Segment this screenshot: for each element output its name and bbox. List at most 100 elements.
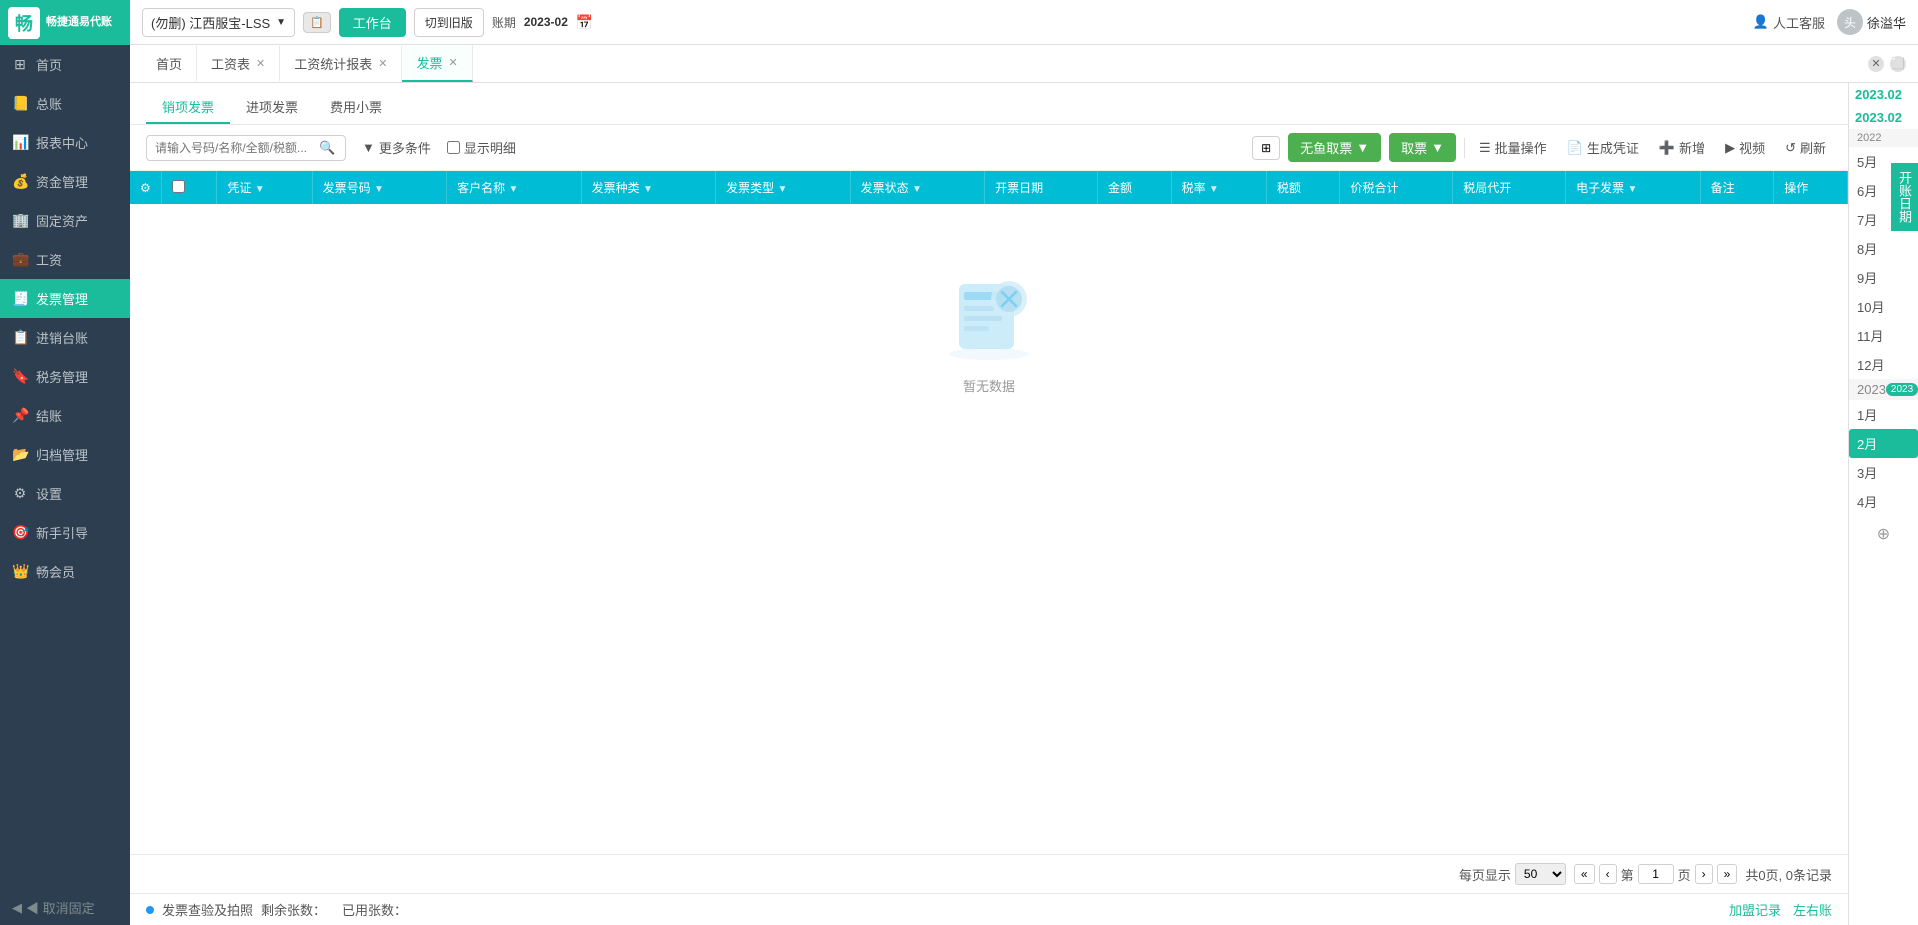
- col-invoice-type[interactable]: 发票种类 ▼: [581, 171, 716, 204]
- month-2023-3[interactable]: 3月: [1849, 458, 1918, 487]
- e-invoice-filter-icon[interactable]: ▼: [1628, 184, 1638, 195]
- col-voucher[interactable]: 凭证 ▼: [217, 171, 312, 204]
- col-action[interactable]: 操作: [1774, 171, 1848, 204]
- tab-salary[interactable]: 工资表 ✕: [197, 46, 280, 81]
- month-2023-1[interactable]: 1月: [1849, 400, 1918, 429]
- sidebar-collapse-btn[interactable]: ◀ ◀ 取消固定: [0, 890, 130, 925]
- invoice-category-filter-icon[interactable]: ▼: [777, 184, 787, 195]
- tab-salary-stats[interactable]: 工资统计报表 ✕: [280, 46, 402, 81]
- sidebar-item-archive[interactable]: 📂 归档管理: [0, 435, 130, 474]
- customer-filter-icon[interactable]: ▼: [508, 184, 518, 195]
- open-period-side-btn[interactable]: 开账日期: [1891, 163, 1918, 231]
- col-invoice-no[interactable]: 发票号码 ▼: [312, 171, 447, 204]
- month-2023-2[interactable]: 2月: [1849, 429, 1918, 458]
- reports-icon: 📊: [12, 134, 28, 151]
- page-size-select[interactable]: 50 10 20 100: [1515, 863, 1566, 885]
- refresh-btn[interactable]: ↺ 刷新: [1779, 134, 1832, 161]
- sidebar-item-ledger[interactable]: 📒 总账: [0, 84, 130, 123]
- date-panel-header-1[interactable]: 2023.02: [1849, 83, 1918, 106]
- invoice-type-filter-icon[interactable]: ▼: [643, 184, 653, 195]
- month-2023-4[interactable]: 4月: [1849, 487, 1918, 516]
- sidebar-item-salary[interactable]: 💼 工资: [0, 240, 130, 279]
- tab-invoice-close[interactable]: ✕: [449, 56, 458, 69]
- tax-rate-filter-icon[interactable]: ▼: [1209, 184, 1219, 195]
- ai-service-btn[interactable]: 👤 人工客服: [1753, 13, 1825, 32]
- sidebar-item-assets[interactable]: 🏢 固定资产: [0, 201, 130, 240]
- last-page-btn[interactable]: »: [1717, 864, 1738, 884]
- sidebar-item-member[interactable]: 👑 畅会员: [0, 552, 130, 591]
- invoice-status-filter-icon[interactable]: ▼: [912, 184, 922, 195]
- month-2022-12[interactable]: 12月: [1849, 350, 1918, 379]
- gen-voucher-btn[interactable]: 📄 生成凭证: [1561, 134, 1645, 161]
- search-icon[interactable]: 🔍: [319, 140, 335, 156]
- col-tax-rate[interactable]: 税率 ▼: [1171, 171, 1266, 204]
- col-invoice-category[interactable]: 发票类型 ▼: [716, 171, 851, 204]
- col-amount[interactable]: 金额: [1097, 171, 1171, 204]
- switch-old-button[interactable]: 切到旧版: [414, 8, 484, 37]
- workbench-button[interactable]: 工作台: [339, 8, 406, 37]
- video-btn[interactable]: ▶ 视频: [1719, 134, 1771, 161]
- sub-tab-sales[interactable]: 销项发票: [146, 91, 230, 124]
- copy-button[interactable]: 📋: [303, 12, 331, 33]
- grid-view-btn[interactable]: ⊞: [1252, 136, 1280, 160]
- search-input[interactable]: [155, 141, 315, 155]
- sidebar-label-member: 畅会员: [36, 562, 75, 581]
- tab-invoice[interactable]: 发票 ✕: [402, 45, 472, 82]
- no-tax-btn[interactable]: 无鱼取票 ▼: [1288, 133, 1381, 162]
- month-2022-11[interactable]: 11月: [1849, 321, 1918, 350]
- select-all-checkbox[interactable]: [172, 180, 185, 193]
- close-window-btn[interactable]: ✕: [1868, 56, 1884, 72]
- sidebar-item-invoice[interactable]: 🧾 发票管理: [0, 279, 130, 318]
- col-setting[interactable]: ⚙: [130, 171, 161, 204]
- main-area: (勿删) 江西服宝-LSS ▼ 📋 工作台 切到旧版 账期 2023-02 📅 …: [130, 0, 1918, 925]
- invoice-no-filter-icon[interactable]: ▼: [374, 184, 384, 195]
- col-tax-amount[interactable]: 税额: [1266, 171, 1340, 204]
- month-2022-8[interactable]: 8月: [1849, 234, 1918, 263]
- calendar-icon[interactable]: 📅: [576, 14, 593, 31]
- batch-op-btn[interactable]: ☰ 批量操作: [1473, 134, 1553, 161]
- join-record-link[interactable]: 加盟记录: [1729, 900, 1781, 919]
- sidebar-item-close[interactable]: 📌 结账: [0, 396, 130, 435]
- sub-tab-expense[interactable]: 费用小票: [314, 91, 398, 124]
- user-info[interactable]: 头 徐溢华: [1837, 9, 1906, 35]
- col-tax-total[interactable]: 价税合计: [1340, 171, 1453, 204]
- left-right-link[interactable]: 左右账: [1793, 900, 1832, 919]
- col-open-date[interactable]: 开票日期: [985, 171, 1098, 204]
- tab-salary-stats-close[interactable]: ✕: [378, 57, 387, 70]
- show-detail-input[interactable]: [447, 141, 460, 154]
- col-checkbox[interactable]: [161, 171, 217, 204]
- col-e-invoice[interactable]: 电子发票 ▼: [1566, 171, 1701, 204]
- tab-home[interactable]: 首页: [142, 46, 197, 81]
- col-customer[interactable]: 客户名称 ▼: [447, 171, 582, 204]
- qu-btn[interactable]: 取票 ▼: [1389, 133, 1456, 162]
- more-filter-btn[interactable]: ▼ 更多条件: [354, 134, 439, 161]
- sidebar-item-settings[interactable]: ⚙ 设置: [0, 474, 130, 513]
- sidebar-item-sales[interactable]: 📋 进销台账: [0, 318, 130, 357]
- next-page-btn[interactable]: ›: [1695, 864, 1713, 884]
- window-controls: ✕ ⬜: [1868, 56, 1906, 72]
- tab-salary-close[interactable]: ✕: [256, 57, 265, 70]
- maximize-window-btn[interactable]: ⬜: [1890, 56, 1906, 72]
- col-remark[interactable]: 备注: [1700, 171, 1774, 204]
- voucher-filter-icon[interactable]: ▼: [255, 184, 265, 195]
- col-tax-code[interactable]: 税局代开: [1453, 171, 1566, 204]
- sidebar-label-guide: 新手引导: [36, 523, 88, 542]
- page-input[interactable]: [1638, 864, 1674, 884]
- company-selector[interactable]: (勿删) 江西服宝-LSS ▼: [142, 8, 295, 37]
- sidebar-item-guide[interactable]: 🎯 新手引导: [0, 513, 130, 552]
- sub-tab-purchase[interactable]: 进项发票: [230, 91, 314, 124]
- sidebar-item-reports[interactable]: 📊 报表中心: [0, 123, 130, 162]
- sidebar-label-ledger: 总账: [36, 94, 62, 113]
- month-2022-10[interactable]: 10月: [1849, 292, 1918, 321]
- date-panel-scroll-down[interactable]: ⊕: [1849, 516, 1918, 552]
- prev-page-btn[interactable]: ‹: [1599, 864, 1617, 884]
- col-invoice-status[interactable]: 发票状态 ▼: [850, 171, 985, 204]
- sidebar-item-tax[interactable]: 🔖 税务管理: [0, 357, 130, 396]
- show-detail-checkbox[interactable]: 显示明细: [447, 138, 516, 157]
- first-page-btn[interactable]: «: [1574, 864, 1595, 884]
- month-2022-9[interactable]: 9月: [1849, 263, 1918, 292]
- sidebar-item-home[interactable]: ⊞ 首页: [0, 45, 130, 84]
- sidebar-item-funds[interactable]: 💰 资金管理: [0, 162, 130, 201]
- date-panel-header-2[interactable]: 2023.02: [1849, 106, 1918, 129]
- new-btn[interactable]: ➕ 新增: [1653, 134, 1711, 161]
